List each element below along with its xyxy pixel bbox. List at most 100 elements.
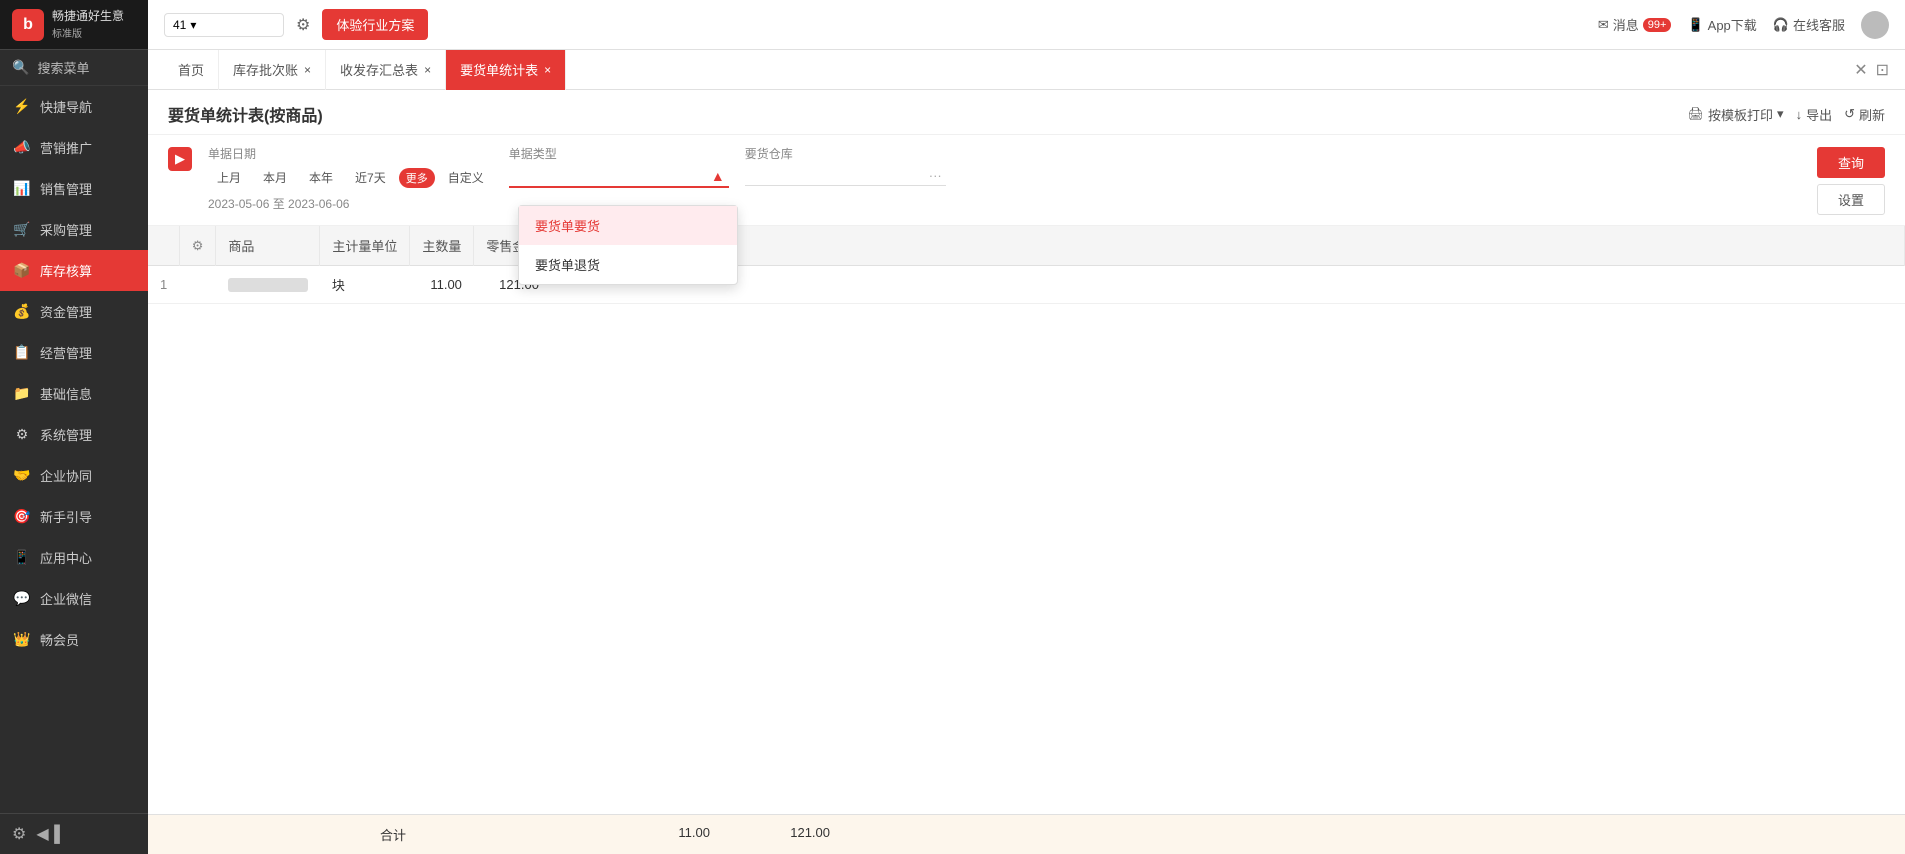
tab-close-requisition-stats[interactable]: × — [544, 63, 551, 77]
print-label: 按模板打印 — [1708, 105, 1773, 124]
td-unit: 块 — [320, 266, 410, 304]
filter-bar: ▶ 单据日期 上月 本月 本年 近7天 更多 自定义 2023-05-06 至 … — [148, 135, 1905, 226]
tab-receive-summary[interactable]: 收发存汇总表 × — [326, 50, 446, 90]
sidebar-nav: ⚡ 快捷导航 📣 营销推广 📊 销售管理 🛒 采购管理 📦 库存核算 💰 资金管… — [0, 86, 148, 813]
sidebar-label-finance: 资金管理 — [40, 302, 92, 321]
filter-date-label: 单据日期 — [208, 145, 493, 162]
th-settings-icon[interactable]: ⚙ — [179, 226, 216, 266]
main-area: 41 ▾ ⚙ 体验行业方案 ✉ 消息 99+ 📱 App下载 🎧 在线客服 首 — [148, 0, 1905, 854]
dropdown-item-requisition-return[interactable]: 要货单退货 — [519, 245, 737, 284]
th-product: 商品 — [216, 226, 320, 266]
sidebar-item-wechat[interactable]: 💬 企业微信 — [0, 578, 148, 619]
topbar-left: 41 ▾ ⚙ 体验行业方案 — [164, 9, 428, 40]
sidebar-item-marketing[interactable]: 📣 营销推广 — [0, 127, 148, 168]
sidebar-label-wechat: 企业微信 — [40, 589, 92, 608]
messages-label: 消息 — [1613, 15, 1639, 34]
collapse-icon[interactable]: ◀▐ — [36, 824, 60, 844]
sidebar-item-app-center[interactable]: 📱 应用中心 — [0, 537, 148, 578]
table-footer-label: 合计 — [160, 825, 410, 844]
data-table: ⚙ 商品 主计量单位 主数量 零售金额 1 块 11.00 121.00 — [148, 226, 1905, 304]
table-row: 1 块 11.00 121.00 — [148, 266, 1905, 304]
settings-button[interactable]: 设置 — [1817, 184, 1885, 215]
query-button[interactable]: 查询 — [1817, 147, 1885, 178]
sidebar-icon-finance: 💰 — [12, 303, 32, 320]
sidebar-item-operations[interactable]: 📋 经营管理 — [0, 332, 148, 373]
close-all-tabs-icon[interactable]: ✕ — [1854, 60, 1867, 80]
tab-menu-icon[interactable]: ⊡ — [1876, 60, 1889, 80]
filter-date-row: 上月 本月 本年 近7天 更多 自定义 — [208, 166, 493, 189]
sidebar-item-enterprise[interactable]: 🤝 企业协同 — [0, 455, 148, 496]
sidebar-label-basic-info: 基础信息 — [40, 384, 92, 403]
print-icon: 🖨 — [1688, 106, 1705, 122]
search-icon: 🔍 — [12, 59, 29, 76]
export-icon: ↓ — [1796, 107, 1803, 122]
sidebar-item-basic-info[interactable]: 📁 基础信息 — [0, 373, 148, 414]
sidebar-label-guide: 新手引导 — [40, 507, 92, 526]
company-select[interactable]: 41 ▾ — [164, 13, 284, 37]
sidebar-label-quick-nav: 快捷导航 — [40, 97, 92, 116]
sidebar-label-vip: 畅会员 — [40, 630, 79, 649]
filter-this-month[interactable]: 本月 — [254, 166, 296, 189]
filter-last-7days[interactable]: 近7天 — [346, 166, 395, 189]
tab-label-home: 首页 — [178, 60, 204, 79]
app-download-item[interactable]: 📱 App下载 — [1687, 15, 1756, 34]
sidebar-item-finance[interactable]: 💰 资金管理 — [0, 291, 148, 332]
tab-requisition-stats[interactable]: 要货单统计表× — [446, 50, 566, 90]
export-button[interactable]: ↓ 导出 — [1796, 105, 1833, 124]
tab-inventory-batch[interactable]: 库存批次账× — [219, 50, 326, 90]
sidebar-item-sales[interactable]: 📊 销售管理 — [0, 168, 148, 209]
sidebar-search[interactable]: 🔍 搜索菜单 — [0, 50, 148, 86]
filter-warehouse-input: ··· — [745, 166, 946, 186]
sidebar-icon-basic-info: 📁 — [12, 385, 32, 402]
sidebar-item-system[interactable]: ⚙ 系统管理 — [0, 414, 148, 455]
print-template-button[interactable]: 🖨 按模板打印 ▾ — [1688, 105, 1784, 124]
filter-custom[interactable]: 自定义 — [439, 166, 493, 189]
filter-expand-button[interactable]: ▶ — [168, 147, 192, 171]
sidebar-item-guide[interactable]: 🎯 新手引导 — [0, 496, 148, 537]
product-name-blurred — [228, 278, 308, 292]
sidebar-footer: ⚙ ◀▐ — [0, 813, 148, 854]
filter-date-range: 2023-05-06 至 2023-06-06 — [208, 195, 493, 212]
export-label: 导出 — [1806, 105, 1832, 124]
sidebar-item-vip[interactable]: 👑 畅会员 — [0, 619, 148, 660]
refresh-button[interactable]: ↺ 刷新 — [1844, 105, 1885, 124]
td-extra — [551, 266, 1905, 304]
dropdown-item-requisition-order[interactable]: 要货单要货 — [519, 206, 737, 245]
sidebar-label-enterprise: 企业协同 — [40, 466, 92, 485]
settings-icon[interactable]: ⚙ — [12, 824, 26, 844]
table-footer: 合计 11.00 121.00 — [148, 814, 1905, 854]
td-gear — [179, 266, 216, 304]
filter-warehouse-dots-icon[interactable]: ··· — [929, 168, 942, 183]
sidebar-logo: b 畅捷通好生意 标准版 — [0, 0, 148, 50]
sidebar-item-quick-nav[interactable]: ⚡ 快捷导航 — [0, 86, 148, 127]
filter-type-field[interactable] — [513, 169, 707, 184]
filter-more-btn[interactable]: 更多 — [399, 168, 435, 188]
sidebar-label-system: 系统管理 — [40, 425, 92, 444]
refresh-label: 刷新 — [1859, 105, 1885, 124]
tab-close-inventory-batch[interactable]: × — [304, 63, 311, 77]
online-service-item[interactable]: 🎧 在线客服 — [1773, 15, 1845, 34]
app-download-label: App下载 — [1708, 15, 1757, 34]
filter-last-month[interactable]: 上月 — [208, 166, 250, 189]
trial-button[interactable]: 体验行业方案 — [322, 9, 428, 40]
filter-type-chevron-icon[interactable]: ▲ — [711, 168, 725, 184]
tab-close-receive-summary[interactable]: × — [424, 63, 431, 77]
filter-this-year[interactable]: 本年 — [300, 166, 342, 189]
app-version: 标准版 — [52, 25, 124, 40]
sidebar-icon-operations: 📋 — [12, 344, 32, 361]
th-unit: 主计量单位 — [320, 226, 410, 266]
sidebar-item-inventory[interactable]: 📦 库存核算 — [0, 250, 148, 291]
tab-home[interactable]: 首页 — [164, 50, 219, 90]
tabs-bar: 首页库存批次账×收发存汇总表×要货单统计表× ✕ ⊡ — [148, 50, 1905, 90]
filter-warehouse-field[interactable] — [749, 168, 925, 183]
sidebar-footer-icons: ⚙ ◀▐ — [12, 824, 60, 844]
table-header-row: ⚙ 商品 主计量单位 主数量 零售金额 — [148, 226, 1905, 266]
filter-type-group: 单据类型 ▲ — [509, 145, 729, 188]
user-avatar[interactable] — [1861, 11, 1889, 39]
sidebar-icon-guide: 🎯 — [12, 508, 32, 525]
topbar-gear-icon[interactable]: ⚙ — [296, 15, 310, 35]
sidebar-item-purchase[interactable]: 🛒 采购管理 — [0, 209, 148, 250]
tab-label-receive-summary: 收发存汇总表 — [340, 60, 418, 79]
table-container: ⚙ 商品 主计量单位 主数量 零售金额 1 块 11.00 121.00 — [148, 226, 1905, 814]
messages-item[interactable]: ✉ 消息 99+ — [1598, 15, 1672, 34]
